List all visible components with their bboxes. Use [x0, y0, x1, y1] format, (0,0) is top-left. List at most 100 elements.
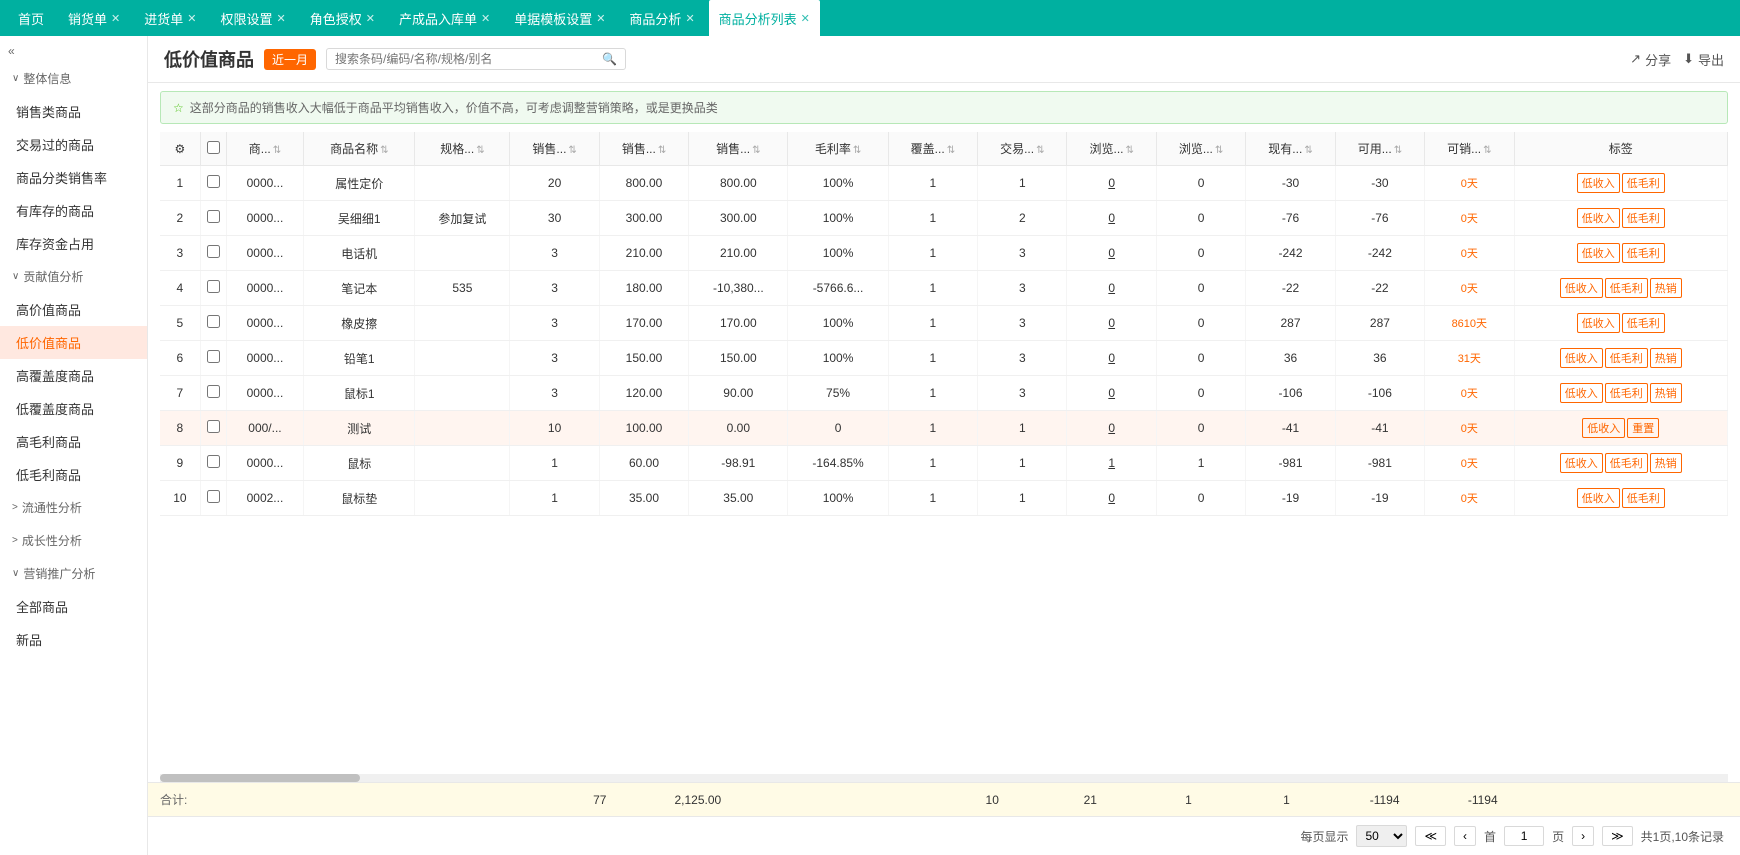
cell-browse1[interactable]: 0: [1067, 376, 1156, 411]
cell-browse1[interactable]: 0: [1067, 236, 1156, 271]
th-avail[interactable]: 可用...⇅: [1335, 132, 1424, 166]
th-trade[interactable]: 交易...⇅: [978, 132, 1067, 166]
nav-product-analysis[interactable]: 商品分析✕: [619, 0, 704, 36]
th-current[interactable]: 现有...⇅: [1246, 132, 1335, 166]
export-btn[interactable]: ⬇ 导出: [1683, 50, 1724, 69]
nav-product-storage[interactable]: 产成品入库单✕: [389, 0, 500, 36]
row-checkbox[interactable]: [207, 455, 220, 468]
info-bar: ☆ 这部分商品的销售收入大幅低于商品平均销售收入，价值不高，可考虑调整营销策略，…: [160, 91, 1728, 124]
th-saleable[interactable]: 可销...⇅: [1425, 132, 1514, 166]
sidebar-group-contribution[interactable]: ∨贡献值分析: [0, 260, 147, 293]
row-checkbox[interactable]: [207, 350, 220, 363]
sidebar-item-all-products[interactable]: 全部商品: [0, 590, 147, 623]
cell-checkbox[interactable]: [200, 306, 226, 341]
th-settings[interactable]: ⚙: [160, 132, 200, 166]
cell-browse1[interactable]: 1: [1067, 446, 1156, 481]
search-input[interactable]: [335, 52, 598, 66]
sidebar-item-traded[interactable]: 交易过的商品: [0, 128, 147, 161]
cell-checkbox[interactable]: [200, 446, 226, 481]
search-icon[interactable]: 🔍: [602, 52, 617, 66]
th-browse1[interactable]: 浏览...⇅: [1067, 132, 1156, 166]
last-page-btn[interactable]: ≫: [1602, 826, 1633, 846]
cell-checkbox[interactable]: [200, 201, 226, 236]
sidebar-item-high-margin[interactable]: 高毛利商品: [0, 425, 147, 458]
row-checkbox[interactable]: [207, 385, 220, 398]
cell-checkbox[interactable]: [200, 271, 226, 306]
row-checkbox[interactable]: [207, 315, 220, 328]
nav-purchase[interactable]: 进货单✕: [134, 0, 206, 36]
sidebar-item-low-coverage[interactable]: 低覆盖度商品: [0, 392, 147, 425]
sidebar-item-sales-products[interactable]: 销售类商品: [0, 95, 147, 128]
cell-trade: 2: [978, 201, 1067, 236]
nav-permissions[interactable]: 权限设置✕: [210, 0, 295, 36]
row-checkbox[interactable]: [207, 490, 220, 503]
cell-browse1[interactable]: 0: [1067, 271, 1156, 306]
pagination: 每页显示 50 20 100 ≪ ‹ 首 页 › ≫ 共1页,10条记录: [148, 816, 1740, 855]
sidebar-item-category-rate[interactable]: 商品分类销售率: [0, 161, 147, 194]
cell-s2: 100.00: [599, 411, 688, 446]
cell-browse1[interactable]: 0: [1067, 306, 1156, 341]
select-all-checkbox[interactable]: [207, 141, 220, 154]
nav-home[interactable]: 首页: [8, 0, 54, 36]
cell-checkbox[interactable]: [200, 411, 226, 446]
th-checkbox[interactable]: [200, 132, 226, 166]
cell-saleable-days: 0天: [1425, 271, 1514, 306]
horizontal-scrollbar[interactable]: [160, 774, 1728, 782]
cell-checkbox[interactable]: [200, 341, 226, 376]
sidebar-item-high-coverage[interactable]: 高覆盖度商品: [0, 359, 147, 392]
footer-total: 合计: 77 2,125.00 10 21 1 1 -1194 -1194: [148, 782, 1740, 816]
cell-num: 5: [160, 306, 200, 341]
row-checkbox[interactable]: [207, 280, 220, 293]
cell-browse1[interactable]: 0: [1067, 201, 1156, 236]
th-browse2[interactable]: 浏览...⇅: [1156, 132, 1245, 166]
th-code[interactable]: 商...⇅: [226, 132, 303, 166]
next-page-btn[interactable]: ›: [1572, 826, 1594, 846]
nav-role-auth[interactable]: 角色授权✕: [300, 0, 385, 36]
nav-product-analysis-list[interactable]: 商品分析列表✕: [709, 0, 820, 36]
cell-checkbox[interactable]: [200, 236, 226, 271]
sidebar-item-stock[interactable]: 有库存的商品: [0, 194, 147, 227]
row-checkbox[interactable]: [207, 175, 220, 188]
cell-checkbox[interactable]: [200, 481, 226, 516]
th-margin[interactable]: 毛利率⇅: [788, 132, 888, 166]
search-box[interactable]: 🔍: [326, 48, 626, 70]
sidebar-collapse-btn[interactable]: «: [8, 44, 15, 58]
sidebar-group-liquidity[interactable]: >流通性分析: [0, 491, 147, 524]
first-page-btn[interactable]: ≪: [1415, 826, 1446, 846]
cell-s1: 30: [510, 201, 599, 236]
row-checkbox[interactable]: [207, 210, 220, 223]
nav-sales[interactable]: 销货单✕: [58, 0, 130, 36]
sidebar-item-new-products[interactable]: 新品: [0, 623, 147, 656]
cell-checkbox[interactable]: [200, 376, 226, 411]
nav-template-settings[interactable]: 单据模板设置✕: [504, 0, 615, 36]
th-name[interactable]: 商品名称⇅: [304, 132, 415, 166]
th-sales1[interactable]: 销售...⇅: [510, 132, 599, 166]
row-checkbox[interactable]: [207, 245, 220, 258]
per-page-select[interactable]: 50 20 100: [1356, 825, 1407, 847]
prev-page-btn[interactable]: ‹: [1454, 826, 1476, 846]
sidebar-item-high-value[interactable]: 高价值商品: [0, 293, 147, 326]
th-spec[interactable]: 规格...⇅: [415, 132, 510, 166]
cell-browse1[interactable]: 0: [1067, 166, 1156, 201]
sidebar-item-low-margin[interactable]: 低毛利商品: [0, 458, 147, 491]
th-coverage[interactable]: 覆盖...⇅: [888, 132, 977, 166]
sidebar-group-growth[interactable]: >成长性分析: [0, 524, 147, 557]
th-sales2[interactable]: 销售...⇅: [599, 132, 688, 166]
cell-browse1[interactable]: 0: [1067, 481, 1156, 516]
top-nav: 首页 销货单✕ 进货单✕ 权限设置✕ 角色授权✕ 产成品入库单✕ 单据模板设置✕…: [0, 0, 1740, 36]
filter-tag-btn[interactable]: 近一月: [264, 49, 316, 70]
sidebar-item-low-value[interactable]: 低价值商品: [0, 326, 147, 359]
share-btn[interactable]: ↗ 分享: [1630, 50, 1671, 69]
sidebar-item-stock-funds[interactable]: 库存资金占用: [0, 227, 147, 260]
cell-browse1[interactable]: 0: [1067, 411, 1156, 446]
th-sales3[interactable]: 销售...⇅: [689, 132, 788, 166]
cell-browse1[interactable]: 0: [1067, 341, 1156, 376]
sidebar-group-marketing[interactable]: ∨营销推广分析: [0, 557, 147, 590]
cell-current: -30: [1246, 166, 1335, 201]
row-checkbox[interactable]: [207, 420, 220, 433]
cell-checkbox[interactable]: [200, 166, 226, 201]
table-wrapper[interactable]: ⚙ 商...⇅ 商品名称⇅ 规格...⇅ 销售...⇅ 销售...⇅ 销售...…: [148, 132, 1740, 774]
sidebar-group-overall[interactable]: ∨整体信息: [0, 62, 147, 95]
page-input[interactable]: [1504, 826, 1544, 846]
export-icon: ⬇: [1683, 51, 1694, 67]
